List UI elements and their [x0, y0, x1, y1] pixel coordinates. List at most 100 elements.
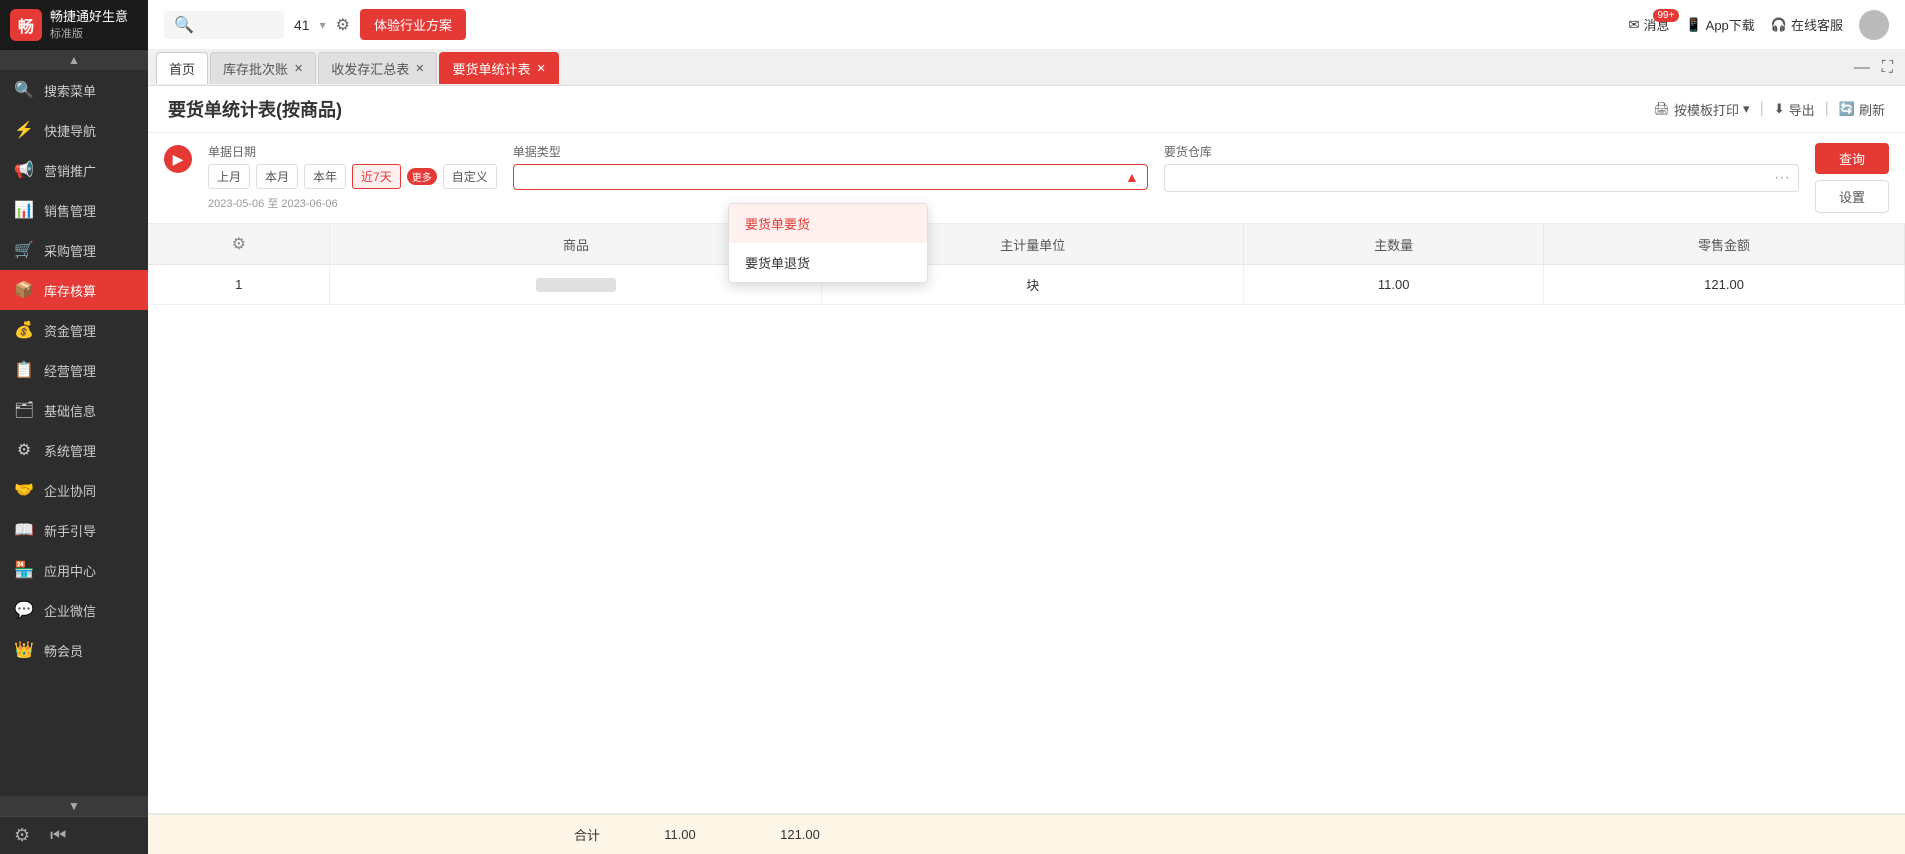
- sidebar-item-system[interactable]: ⚙ 系统管理: [0, 430, 148, 470]
- app-download-button[interactable]: 📱 App下载: [1685, 15, 1754, 34]
- purchase-icon: 🛒: [14, 240, 34, 260]
- collapse-footer-icon[interactable]: ⏮: [50, 825, 66, 846]
- sidebar-item-wechat[interactable]: 💬 企业微信: [0, 590, 148, 630]
- export-icon: ⬇: [1774, 101, 1785, 117]
- topbar-search[interactable]: 🔍: [164, 11, 284, 39]
- tab-home-label: 首页: [169, 59, 195, 78]
- filter-type-chevron-icon[interactable]: ▲: [1125, 169, 1139, 185]
- cell-index: 1: [148, 265, 330, 305]
- trial-button[interactable]: 体验行业方案: [360, 9, 466, 40]
- filter-date-this-month[interactable]: 本月: [256, 164, 298, 189]
- sidebar-item-search[interactable]: 🔍 搜索菜单: [0, 70, 148, 110]
- message-icon: ✉: [1629, 17, 1640, 33]
- print-label: 按模板打印: [1674, 100, 1739, 119]
- tab-home[interactable]: 首页: [156, 52, 208, 84]
- refresh-button[interactable]: 🔄 刷新: [1839, 100, 1885, 119]
- filter-date-last-month[interactable]: 上月: [208, 164, 250, 189]
- search-input[interactable]: [200, 18, 280, 32]
- online-service-button[interactable]: 🎧 在线客服: [1771, 15, 1843, 34]
- cell-quantity: 11.00: [1244, 265, 1544, 305]
- topbar-gear-icon[interactable]: ⚙: [336, 15, 350, 35]
- page-header: 要货单统计表(按商品) 🖨 按模板打印 ▾ | ⬇ 导出 | 🔄 刷新: [148, 86, 1905, 133]
- filter-expand-button[interactable]: ▶: [164, 145, 192, 173]
- query-button[interactable]: 查询: [1815, 143, 1889, 174]
- filter-bar: ▶ 单据日期 上月 本月 本年 近7天 更多 自定义 2023-05-06 至 …: [148, 133, 1905, 224]
- filter-warehouse-dots-icon[interactable]: ···: [1774, 169, 1790, 187]
- sidebar-item-label: 经营管理: [44, 361, 96, 380]
- sidebar-item-label: 畅会员: [44, 641, 83, 660]
- dropdown-item-label: 要货单要货: [745, 217, 810, 232]
- filter-type-group: 单据类型 ▲: [513, 143, 1148, 190]
- sidebar-item-label: 快捷导航: [44, 121, 96, 140]
- settings-footer-icon[interactable]: ⚙: [14, 825, 30, 846]
- filter-settings-button[interactable]: 设置: [1815, 180, 1889, 213]
- filter-date-custom[interactable]: 自定义: [443, 164, 497, 189]
- sidebar-item-finance[interactable]: 💰 资金管理: [0, 310, 148, 350]
- refresh-icon: 🔄: [1839, 101, 1855, 117]
- filter-date-last-7days[interactable]: 近7天: [352, 164, 401, 189]
- sidebar-item-label: 营销推广: [44, 161, 96, 180]
- sidebar-item-purchase[interactable]: 🛒 采购管理: [0, 230, 148, 270]
- tab-close-icon[interactable]: ✕: [537, 62, 546, 75]
- sidebar-item-collab[interactable]: 🤝 企业协同: [0, 470, 148, 510]
- filter-warehouse-input[interactable]: [1173, 171, 1770, 186]
- filter-more-badge[interactable]: 更多: [407, 168, 437, 185]
- column-settings-icon[interactable]: ⚙: [232, 236, 246, 253]
- tab-label: 要货单统计表: [452, 59, 530, 78]
- sidebar-item-operations[interactable]: 📋 经营管理: [0, 350, 148, 390]
- filter-date-group: 单据日期 上月 本月 本年 近7天 更多 自定义 2023-05-06 至 20…: [208, 143, 497, 211]
- print-icon: 🖨: [1654, 101, 1671, 117]
- sidebar-item-appstore[interactable]: 🏪 应用中心: [0, 550, 148, 590]
- sidebar-item-marketing[interactable]: 📢 营销推广: [0, 150, 148, 190]
- sidebar-item-label: 基础信息: [44, 401, 96, 420]
- tab-inventory-batch[interactable]: 库存批次账 ✕: [210, 52, 316, 84]
- filter-date-value: 2023-05-06 至 2023-06-06: [208, 195, 497, 211]
- message-button[interactable]: ✉ 消息 99+: [1629, 15, 1670, 34]
- sidebar-item-inventory[interactable]: 📦 库存核算: [0, 270, 148, 310]
- tab-requisition-stats[interactable]: 要货单统计表 ✕: [439, 52, 558, 84]
- filter-date-this-year[interactable]: 本年: [304, 164, 346, 189]
- sidebar-item-member[interactable]: 👑 畅会员: [0, 630, 148, 670]
- filter-warehouse-input-wrap[interactable]: ···: [1164, 164, 1799, 192]
- tabs-expand-button[interactable]: ⛶: [1878, 57, 1897, 79]
- filter-type-input-wrap[interactable]: ▲: [513, 164, 1148, 190]
- tabs-minimize-button[interactable]: —: [1850, 57, 1874, 79]
- tab-close-icon[interactable]: ✕: [415, 62, 424, 75]
- tabs-bar: 首页 库存批次账 ✕ 收发存汇总表 ✕ 要货单统计表 ✕ — ⛶: [148, 50, 1905, 86]
- sidebar-item-label: 采购管理: [44, 241, 96, 260]
- dropdown-item-requisition[interactable]: 要货单要货: [729, 204, 927, 243]
- tab-collection-summary[interactable]: 收发存汇总表 ✕: [318, 52, 437, 84]
- tab-label: 收发存汇总表: [331, 59, 409, 78]
- basic-icon: 🗂: [14, 400, 34, 420]
- tab-close-icon[interactable]: ✕: [294, 62, 303, 75]
- wechat-icon: 💬: [14, 600, 34, 620]
- col-label: 零售金额: [1698, 238, 1750, 253]
- filter-type-label: 单据类型: [513, 143, 1148, 160]
- appstore-icon: 🏪: [14, 560, 34, 580]
- col-label: 商品: [563, 238, 589, 253]
- page-area: 要货单统计表(按商品) 🖨 按模板打印 ▾ | ⬇ 导出 | 🔄 刷新: [148, 86, 1905, 854]
- sidebar-scroll-down[interactable]: ▼: [0, 796, 148, 816]
- dropdown-item-return[interactable]: 要货单退货: [729, 243, 927, 282]
- sidebar-item-guide[interactable]: 📖 新手引导: [0, 510, 148, 550]
- sidebar-item-sales[interactable]: 📊 销售管理: [0, 190, 148, 230]
- topbar-chevron-icon[interactable]: ▾: [320, 18, 326, 32]
- sidebar-item-quicknav[interactable]: ⚡ 快捷导航: [0, 110, 148, 150]
- avatar[interactable]: [1859, 10, 1889, 40]
- operations-icon: 📋: [14, 360, 34, 380]
- print-template-button[interactable]: 🖨 按模板打印 ▾: [1654, 100, 1750, 119]
- table-footer: 合计 11.00 121.00: [148, 813, 1905, 854]
- sidebar-scroll-up[interactable]: ▲: [0, 50, 148, 70]
- export-button[interactable]: ⬇ 导出: [1774, 100, 1815, 119]
- tab-label: 库存批次账: [223, 59, 288, 78]
- sidebar-item-label: 销售管理: [44, 201, 96, 220]
- data-table: ⚙ 商品 主计量单位 主数量 零售金额: [148, 224, 1905, 305]
- topbar: 🔍 41 ▾ ⚙ 体验行业方案 ✉ 消息 99+ 📱 App下载 🎧 在线客服: [148, 0, 1905, 50]
- sidebar-item-label: 搜索菜单: [44, 81, 96, 100]
- topbar-number: 41: [294, 17, 310, 33]
- footer-label: 合计: [160, 825, 620, 844]
- sidebar-item-basic[interactable]: 🗂 基础信息: [0, 390, 148, 430]
- filter-type-input[interactable]: [522, 170, 1121, 185]
- message-badge: 99+: [1653, 9, 1680, 22]
- quicknav-icon: ⚡: [14, 120, 34, 140]
